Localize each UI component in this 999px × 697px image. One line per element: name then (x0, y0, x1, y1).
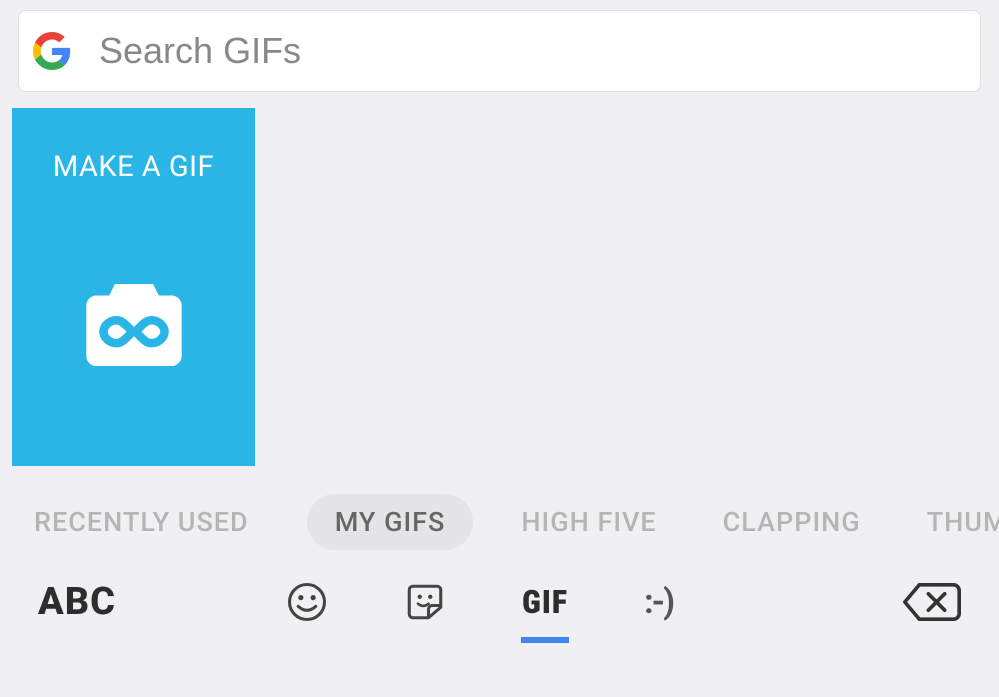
gif-button[interactable]: GIF (522, 583, 568, 621)
category-tab-high-five[interactable]: HIGH FIVE (521, 494, 656, 550)
gif-label: GIF (522, 583, 568, 621)
category-tabs: RECENTLY USED MY GIFS HIGH FIVE CLAPPING… (0, 466, 999, 550)
category-tab-my-gifs[interactable]: MY GIFS (307, 494, 474, 550)
category-tab-clapping[interactable]: CLAPPING (723, 494, 861, 550)
google-logo-icon (33, 32, 71, 70)
keyboard-bottom-bar: ABC GIF :-) (0, 550, 999, 624)
emoji-icon (286, 581, 328, 623)
sticker-button[interactable] (404, 581, 446, 623)
make-gif-label: MAKE A GIF (53, 150, 214, 184)
camera-infinity-icon (86, 284, 182, 366)
backspace-icon (903, 581, 961, 623)
search-input[interactable] (99, 30, 966, 72)
emoji-button[interactable] (286, 581, 328, 623)
keyboard-mode-icons: GIF :-) (286, 581, 673, 623)
emoticon-button[interactable]: :-) (644, 582, 673, 622)
abc-keyboard-button[interactable]: ABC (38, 580, 116, 624)
sticker-icon (404, 581, 446, 623)
gif-active-indicator (521, 637, 569, 643)
backspace-button[interactable] (903, 581, 961, 623)
emoticon-label: :-) (644, 582, 673, 622)
category-tab-thum[interactable]: THUM (927, 494, 999, 550)
make-gif-button[interactable]: MAKE A GIF (12, 108, 255, 466)
category-tab-recently-used[interactable]: RECENTLY USED (34, 494, 249, 550)
search-bar[interactable] (18, 10, 981, 92)
gif-content-area: MAKE A GIF (0, 108, 999, 466)
